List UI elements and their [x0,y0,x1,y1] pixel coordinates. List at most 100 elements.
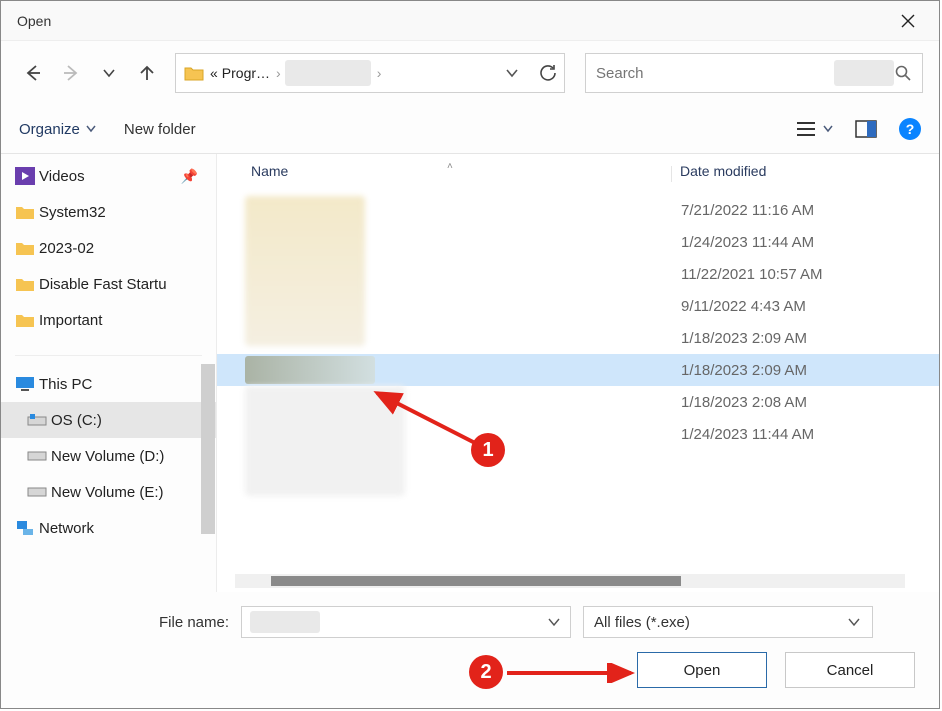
file-row[interactable]: 1/18/2023 2:09 AM [217,322,939,354]
forward-button[interactable] [55,57,87,89]
address-dropdown[interactable] [504,65,520,81]
sidebar-item-label: New Volume (E:) [51,484,164,501]
help-button[interactable]: ? [899,118,921,140]
sidebar-item-label: New Volume (D:) [51,448,164,465]
file-name-blur [245,356,375,384]
file-name-combobox[interactable] [241,606,571,638]
file-name-redacted [217,290,671,322]
new-folder-button[interactable]: New folder [124,121,196,138]
breadcrumb-redacted [285,60,371,86]
file-name-dropdown[interactable] [546,614,562,630]
sidebar-item-new-volume-e[interactable]: New Volume (E:) [1,474,216,510]
open-button-label: Open [684,662,721,679]
breadcrumb-1[interactable]: Progr… [222,65,270,81]
sidebar-item-important[interactable]: Important [1,302,216,338]
sidebar-item-label: Important [39,312,102,329]
back-button[interactable] [17,57,49,89]
open-button[interactable]: Open [637,652,767,688]
search-scope-redacted [834,60,894,86]
title-bar: Open [1,1,939,41]
sidebar-item-os-c[interactable]: OS (C:) [1,402,216,438]
column-date[interactable]: Date modified [672,163,766,179]
vertical-scrollbar[interactable] [201,364,215,534]
pin-icon: 📌 [181,168,198,185]
file-row[interactable]: 1/18/2023 2:08 AM [217,386,939,418]
sidebar-item-disable-fast[interactable]: Disable Fast Startu [1,266,216,302]
file-row-selected[interactable]: 1/18/2023 2:09 AM [217,354,939,386]
window-title: Open [17,13,51,29]
file-date: 1/24/2023 11:44 AM [671,234,814,251]
file-date: 9/11/2022 4:43 AM [671,298,806,315]
callout-2: 2 [469,655,503,689]
sidebar-item-label: 2023-02 [39,240,94,257]
file-name-label: File name: [159,614,229,631]
search-box[interactable] [585,53,923,93]
file-row[interactable]: 1/24/2023 11:44 AM [217,226,939,258]
breadcrumb-sep: › [276,65,281,81]
file-row[interactable]: 9/11/2022 4:43 AM [217,290,939,322]
file-row[interactable]: 11/22/2021 10:57 AM [217,258,939,290]
sidebar-item-label: Videos [39,168,85,185]
sort-indicator-icon: ˄ [447,161,453,172]
drive-icon [27,447,47,465]
file-name-redacted [217,226,671,258]
file-row[interactable]: 1/24/2023 11:44 AM [217,418,939,450]
column-date-label: Date modified [680,163,766,179]
toolbar: Organize New folder ? [1,105,939,153]
sidebar-item-system32[interactable]: System32 [1,194,216,230]
recent-button[interactable] [93,57,125,89]
sidebar-item-label: Network [39,520,94,537]
dialog-bottom: File name: All files (*.exe) Open Cancel [1,592,939,708]
drive-icon [27,411,47,429]
drive-icon [27,483,47,501]
file-type-dropdown[interactable] [846,614,862,630]
view-menu[interactable] [795,120,833,138]
refresh-icon [538,63,558,83]
sidebar-item-label: System32 [39,204,106,221]
organize-label: Organize [19,121,80,138]
sidebar-item-this-pc[interactable]: This PC [1,366,216,402]
file-date: 1/18/2023 2:09 AM [671,330,807,347]
folder-icon [15,311,35,329]
sidebar-item-2023-02[interactable]: 2023-02 [1,230,216,266]
file-date: 7/21/2022 11:16 AM [671,202,814,219]
organize-menu[interactable]: Organize [19,121,96,138]
scrollbar-thumb[interactable] [271,576,681,586]
sidebar-item-network[interactable]: Network [1,510,216,546]
sidebar-item-label: This PC [39,376,92,393]
this-pc-icon [15,375,35,393]
file-row[interactable]: 7/21/2022 11:16 AM [217,194,939,226]
preview-pane-button[interactable] [855,120,877,138]
chevron-down-icon [546,614,562,630]
sidebar-item-new-volume-d[interactable]: New Volume (D:) [1,438,216,474]
close-icon [901,14,915,28]
search-icon [894,64,912,82]
column-name[interactable]: Name ˄ [217,163,671,179]
file-date: 1/18/2023 2:08 AM [671,394,807,411]
column-header-row: Name ˄ Date modified [217,154,939,182]
list-view-icon [795,120,817,138]
refresh-button[interactable] [538,63,558,83]
chevron-down-icon [846,614,862,630]
chevron-down-icon [101,65,117,81]
open-file-dialog: Open « Progr… › › [0,0,940,709]
file-type-combobox[interactable]: All files (*.exe) [583,606,873,638]
horizontal-scrollbar[interactable] [235,574,905,588]
file-list-pane: Name ˄ Date modified 7/21/2022 11:16 AM [217,154,939,592]
address-bar[interactable]: « Progr… › › [175,53,565,93]
search-input[interactable] [596,65,834,82]
arrow-left-icon [23,63,43,83]
close-button[interactable] [885,5,931,37]
file-name-row: File name: All files (*.exe) [19,606,921,638]
arrow-2 [503,663,643,683]
file-name-redacted [217,258,671,290]
file-name-value-redacted [250,611,320,633]
cancel-button[interactable]: Cancel [785,652,915,688]
navigation-pane: Videos 📌 System32 2023-02 Disable Fast S… [1,154,217,592]
sidebar-item-videos[interactable]: Videos 📌 [1,158,216,194]
caret-down-icon [823,125,833,133]
callout-1: 1 [471,433,505,467]
up-button[interactable] [131,57,163,89]
sidebar-item-label: OS (C:) [51,412,102,429]
help-icon: ? [906,121,915,137]
